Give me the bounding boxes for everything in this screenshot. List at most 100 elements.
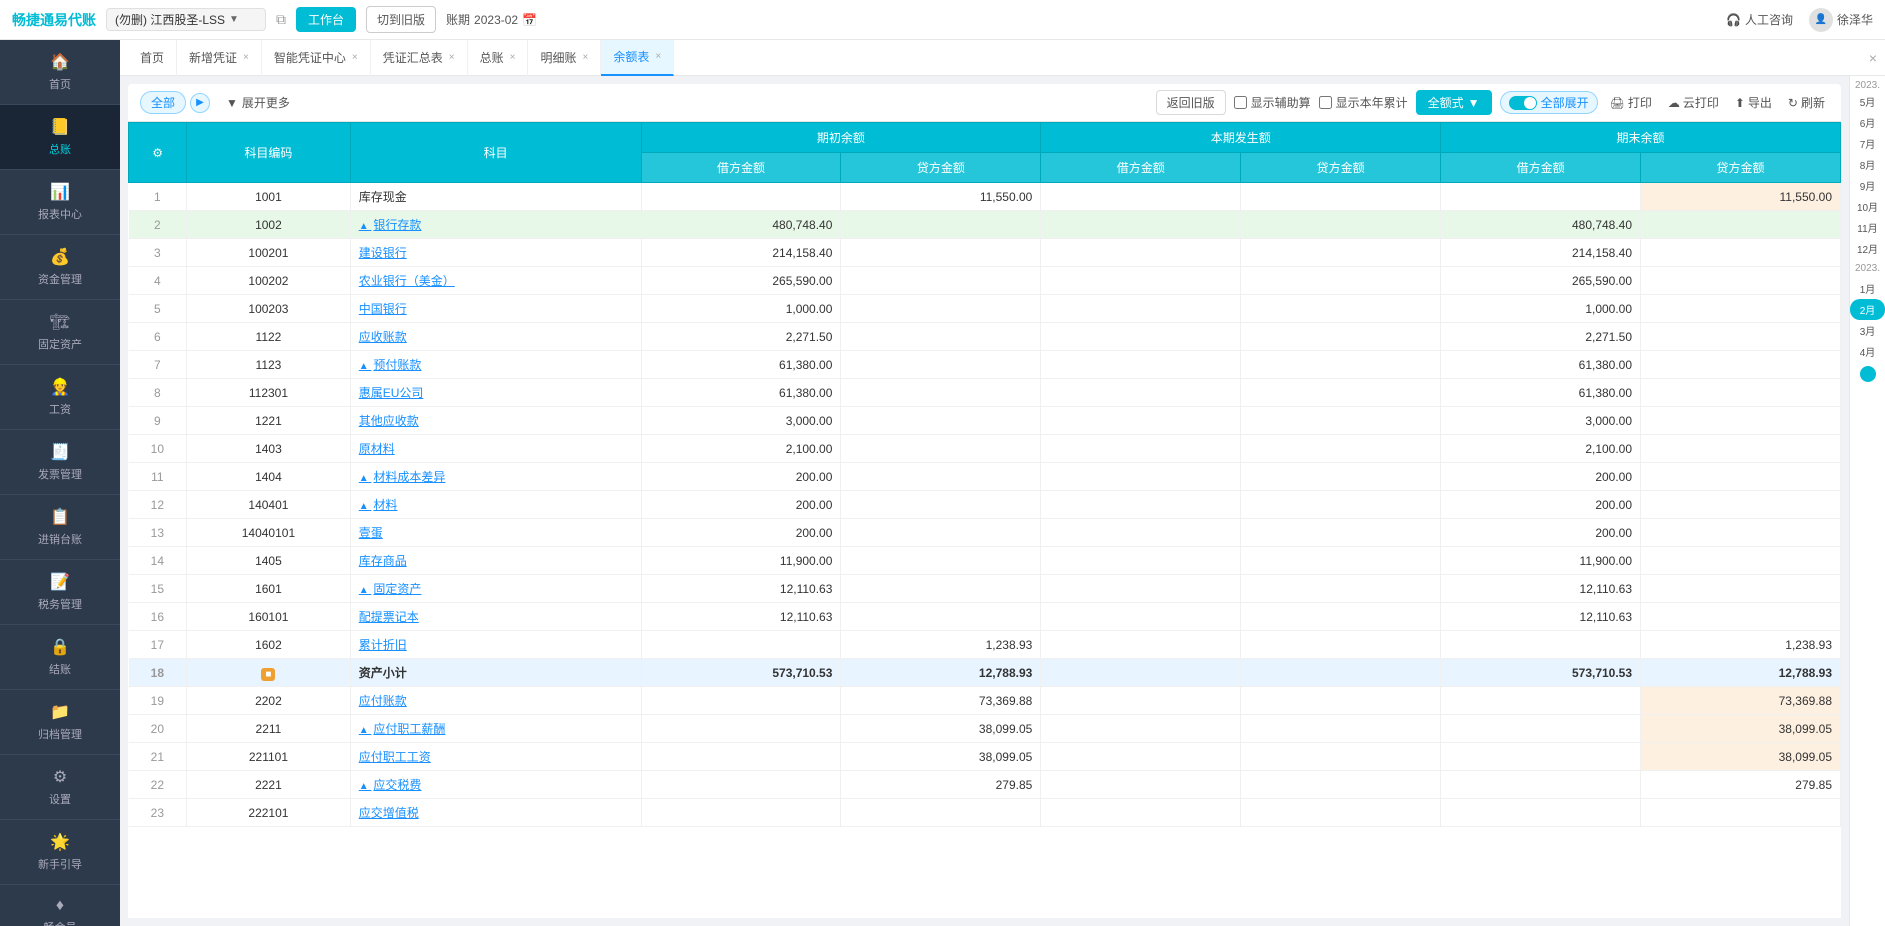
account-name[interactable]: 原材料 <box>350 435 641 463</box>
tab-new-voucher[interactable]: 新增凭证 × <box>177 40 262 76</box>
filter-all-button[interactable]: 全部 <box>140 91 186 114</box>
switch-old-button[interactable]: 切到旧版 <box>366 6 436 33</box>
tab-balance-sheet[interactable]: 余额表 × <box>601 40 674 76</box>
amount-cell: 12,110.63 <box>1441 603 1641 631</box>
show-ytd-checkbox[interactable]: 显示本年累计 <box>1319 94 1408 111</box>
sidebar-item-capital[interactable]: 💰 资金管理 <box>0 235 120 300</box>
sidebar-item-home[interactable]: 🏠 首页 <box>0 40 120 105</box>
refresh-button[interactable]: ↻ 刷新 <box>1784 92 1829 113</box>
close-icon[interactable]: × <box>510 52 516 63</box>
show-auxiliary-checkbox[interactable]: 显示辅助算 <box>1234 94 1311 111</box>
timeline-month-8[interactable]: 8月 <box>1850 154 1885 175</box>
account-name[interactable]: 应交增值税 <box>350 799 641 827</box>
timeline-month-1[interactable]: 1月 <box>1850 278 1885 299</box>
expand-arrow-icon[interactable]: ▲ <box>359 725 372 736</box>
consult-button[interactable]: 🎧 人工咨询 <box>1726 11 1793 28</box>
account-name[interactable]: ▲ 固定资产 <box>350 575 641 603</box>
sidebar-item-ledger[interactable]: 📒 总账 <box>0 105 120 170</box>
account-name[interactable]: 累计折旧 <box>350 631 641 659</box>
row-number: 9 <box>129 407 187 435</box>
tab-detail-account[interactable]: 明细账 × <box>528 40 601 76</box>
cloud-print-button[interactable]: ☁ 云打印 <box>1664 92 1723 113</box>
expand-arrow-icon[interactable]: ▲ <box>359 361 372 372</box>
timeline-month-9[interactable]: 9月 <box>1850 175 1885 196</box>
timeline-month-6[interactable]: 6月 <box>1850 112 1885 133</box>
account-name[interactable]: ▲ 预付账款 <box>350 351 641 379</box>
close-icon[interactable]: × <box>655 51 661 62</box>
account-name[interactable]: 配提票记本 <box>350 603 641 631</box>
full-format-button[interactable]: 全额式 ▼ <box>1416 90 1492 115</box>
account-name[interactable]: 其他应收款 <box>350 407 641 435</box>
tab-voucher-summary[interactable]: 凭证汇总表 × <box>371 40 468 76</box>
timeline-month-3[interactable]: 3月 <box>1850 320 1885 341</box>
account-name[interactable]: 建设银行 <box>350 239 641 267</box>
tab-home[interactable]: 首页 <box>128 40 177 76</box>
amount-cell <box>1641 547 1841 575</box>
close-all-tabs-button[interactable]: × <box>1869 50 1877 66</box>
close-icon[interactable]: × <box>243 52 249 63</box>
account-name[interactable]: ▲ 银行存款 <box>350 211 641 239</box>
expand-more-button[interactable]: ▼ 展开更多 <box>218 92 298 113</box>
timeline-month-5[interactable]: 5月 <box>1850 91 1885 112</box>
account-name[interactable]: 惠属EU公司 <box>350 379 641 407</box>
gear-col-header[interactable]: ⚙ <box>129 123 187 183</box>
account-name[interactable]: ▲ 材料 <box>350 491 641 519</box>
sidebar-item-guide[interactable]: 🌟 新手引导 <box>0 820 120 885</box>
account-name[interactable]: ▲ 材料成本差异 <box>350 463 641 491</box>
close-icon[interactable]: × <box>352 52 358 63</box>
tab-ledger[interactable]: 总账 × <box>468 40 529 76</box>
amount-cell: 2,100.00 <box>641 435 841 463</box>
expand-arrow-icon[interactable]: ▲ <box>359 221 372 232</box>
account-name[interactable]: ▲ 应付职工薪酬 <box>350 715 641 743</box>
sidebar-item-settings[interactable]: ⚙ 设置 <box>0 755 120 820</box>
expand-arrow-icon[interactable]: ▲ <box>359 473 372 484</box>
expand-arrow-icon[interactable]: ▲ <box>359 781 372 792</box>
sidebar-item-fixed-assets[interactable]: 🏗 固定资产 <box>0 300 120 365</box>
content-area: 首页 新增凭证 × 智能凭证中心 × 凭证汇总表 × 总账 × <box>120 40 1885 926</box>
sidebar-item-report[interactable]: 📊 报表中心 <box>0 170 120 235</box>
expand-arrow-icon[interactable]: ▲ <box>359 501 372 512</box>
account-name[interactable]: 中国银行 <box>350 295 641 323</box>
sidebar-item-member[interactable]: ♦ 畅会员 <box>0 885 120 926</box>
sidebar-item-invoice[interactable]: 🧾 发票管理 <box>0 430 120 495</box>
table-row: 151601▲ 固定资产12,110.6312,110.63 <box>129 575 1841 603</box>
print-button[interactable]: 🖨 打印 <box>1606 92 1656 113</box>
headset-icon: 🎧 <box>1726 13 1741 27</box>
sidebar-item-closing[interactable]: 🔒 结账 <box>0 625 120 690</box>
export-button[interactable]: ⬆ 导出 <box>1731 92 1776 113</box>
sidebar-item-tax[interactable]: 📝 税务管理 <box>0 560 120 625</box>
close-icon[interactable]: × <box>449 52 455 63</box>
workbench-button[interactable]: 工作台 <box>296 7 356 32</box>
account-name[interactable]: 应付职工工资 <box>350 743 641 771</box>
account-name[interactable]: 农业银行（美金） <box>350 267 641 295</box>
account-code: 112301 <box>187 379 351 407</box>
tab-smart-verify[interactable]: 智能凭证中心 × <box>262 40 371 76</box>
timeline-month-4[interactable]: 4月 <box>1850 341 1885 362</box>
calendar-icon[interactable]: 📅 <box>522 13 537 27</box>
timeline-month-2[interactable]: 2月 <box>1850 299 1885 320</box>
copy-icon[interactable]: ⧉ <box>276 11 286 28</box>
sidebar-item-archive[interactable]: 📁 归档管理 <box>0 690 120 755</box>
account-name[interactable]: 应付账款 <box>350 687 641 715</box>
account-name[interactable]: 应收账款 <box>350 323 641 351</box>
timeline-dot[interactable] <box>1860 366 1876 382</box>
expand-arrow-icon[interactable]: ▲ <box>359 585 372 596</box>
company-selector[interactable]: (勿删) 江西股圣-LSS ▼ <box>106 8 266 31</box>
amount-cell <box>841 603 1041 631</box>
account-name[interactable]: ▲ 应交税费 <box>350 771 641 799</box>
amount-cell <box>1241 211 1441 239</box>
sidebar-item-purchase-sales[interactable]: 📋 进销台账 <box>0 495 120 560</box>
close-icon[interactable]: × <box>582 52 588 63</box>
user-profile[interactable]: 👤 徐泽华 <box>1809 8 1873 32</box>
sidebar-item-payroll[interactable]: 👷 工资 <box>0 365 120 430</box>
timeline-month-10[interactable]: 10月 <box>1850 196 1885 217</box>
return-old-button[interactable]: 返回旧版 <box>1156 90 1226 115</box>
timeline-month-7[interactable]: 7月 <box>1850 133 1885 154</box>
timeline-month-11[interactable]: 11月 <box>1850 217 1885 238</box>
timeline-month-12[interactable]: 12月 <box>1850 238 1885 259</box>
expand-all-toggle[interactable]: 全部展开 <box>1500 91 1598 114</box>
account-name[interactable]: 库存商品 <box>350 547 641 575</box>
account-name[interactable]: 壹蛋 <box>350 519 641 547</box>
amount-cell <box>641 687 841 715</box>
filter-arrow-button[interactable]: ▶ <box>190 93 210 113</box>
